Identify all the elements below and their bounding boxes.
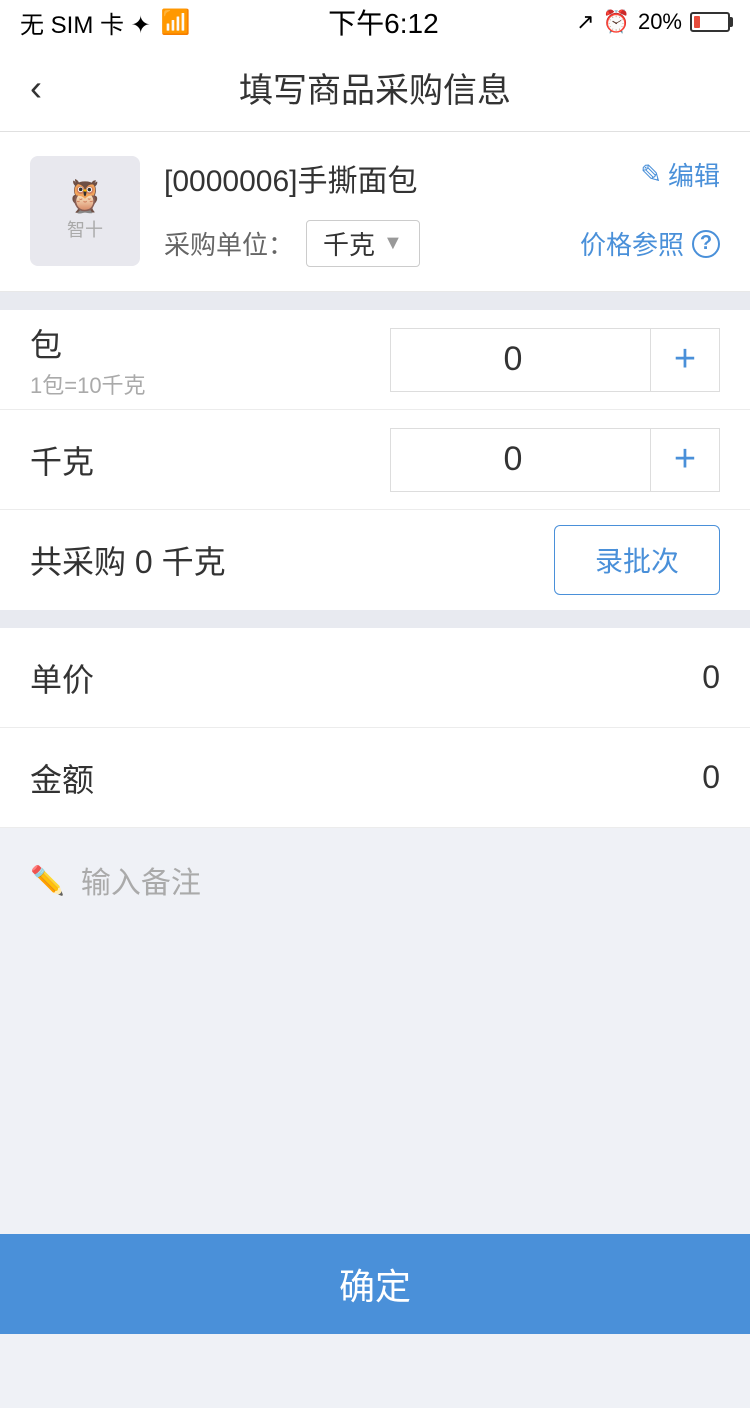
- amount-row: 金额 0: [0, 728, 750, 828]
- total-unit-text: 千克: [162, 544, 226, 580]
- battery-percent: 20%: [638, 9, 682, 35]
- kg-label: 千克: [30, 437, 150, 483]
- price-label: 单价: [30, 655, 94, 701]
- status-bar: 无 SIM 卡 ✦ 📶 下午6:12 ↗ ⏰ 20%: [0, 0, 750, 44]
- unit-label: 采购单位：: [164, 225, 294, 262]
- remark-placeholder: 输入备注: [81, 858, 201, 902]
- remark-inner: ✏️ 输入备注: [30, 858, 720, 902]
- amount-label: 金额: [30, 755, 94, 801]
- package-sub-label: 1包=10千克: [30, 368, 150, 400]
- product-logo-icon: 🦉: [65, 180, 105, 212]
- confirm-button[interactable]: 确定: [0, 1234, 750, 1334]
- price-ref-button[interactable]: 价格参照 ?: [580, 225, 720, 262]
- input-section: 包 1包=10千克 + 千克 +: [0, 310, 750, 510]
- product-thumbnail: 🦉 智十: [30, 156, 140, 266]
- unit-value: 千克: [323, 225, 375, 262]
- total-row: 共采购 0 千克 录批次: [0, 510, 750, 610]
- package-label: 包: [30, 320, 150, 366]
- total-label: 共采购 0 千克: [30, 537, 226, 583]
- edit-icon: ✎: [640, 159, 662, 190]
- edit-button[interactable]: ✎ 编辑: [640, 156, 720, 193]
- package-plus-button[interactable]: +: [650, 328, 720, 392]
- battery-icon: [690, 12, 730, 32]
- product-info: [0000006]手撕面包 ✎ 编辑 采购单位： 千克 ▼ 价格参照 ?: [164, 156, 720, 267]
- package-input-right: +: [150, 328, 720, 392]
- price-row: 单价 0: [0, 628, 750, 728]
- time-display: 下午6:12: [328, 2, 439, 42]
- package-label-group: 包 1包=10千克: [30, 320, 150, 400]
- price-value: 0: [702, 659, 720, 696]
- kg-label-group: 千克: [30, 437, 150, 483]
- product-card: 🦉 智十 [0000006]手撕面包 ✎ 编辑 采购单位： 千克 ▼: [0, 132, 750, 292]
- nav-bar: ‹ 填写商品采购信息: [0, 44, 750, 132]
- back-button[interactable]: ‹: [30, 57, 62, 119]
- kg-plus-button[interactable]: +: [650, 428, 720, 492]
- product-name-row: [0000006]手撕面包 ✎ 编辑: [164, 156, 720, 200]
- kg-input-right: +: [150, 428, 720, 492]
- kg-input-row: 千克 +: [0, 410, 750, 510]
- section-divider-2: [0, 610, 750, 628]
- price-ref-label: 价格参照: [580, 225, 684, 262]
- kg-qty-input[interactable]: [390, 428, 650, 492]
- section-divider-1: [0, 292, 750, 310]
- location-icon: ↗: [576, 9, 594, 35]
- remark-section[interactable]: ✏️ 输入备注: [0, 828, 750, 1008]
- page-title: 填写商品采购信息: [239, 63, 511, 112]
- total-value-num: 0: [135, 544, 153, 580]
- sim-status: 无 SIM 卡 ✦: [20, 5, 151, 40]
- total-label-text: 共采购: [30, 544, 126, 580]
- package-input-row: 包 1包=10千克 +: [0, 310, 750, 410]
- detail-section: 单价 0 金额 0: [0, 628, 750, 828]
- status-right: ↗ ⏰ 20%: [576, 9, 730, 35]
- wifi-icon: 📶: [161, 8, 191, 37]
- unit-row: 采购单位： 千克 ▼ 价格参照 ?: [164, 220, 720, 267]
- edit-label: 编辑: [668, 156, 720, 193]
- pencil-icon: ✏️: [30, 864, 65, 897]
- dropdown-icon: ▼: [383, 232, 403, 255]
- amount-value: 0: [702, 759, 720, 796]
- unit-select[interactable]: 千克 ▼: [306, 220, 420, 267]
- status-left: 无 SIM 卡 ✦ 📶: [20, 5, 191, 40]
- product-name: [0000006]手撕面包: [164, 156, 417, 200]
- package-qty-input[interactable]: [390, 328, 650, 392]
- record-batch-button[interactable]: 录批次: [554, 525, 720, 595]
- product-logo-text: 智十: [67, 216, 103, 242]
- alarm-icon: ⏰: [603, 9, 630, 35]
- info-icon: ?: [692, 230, 720, 258]
